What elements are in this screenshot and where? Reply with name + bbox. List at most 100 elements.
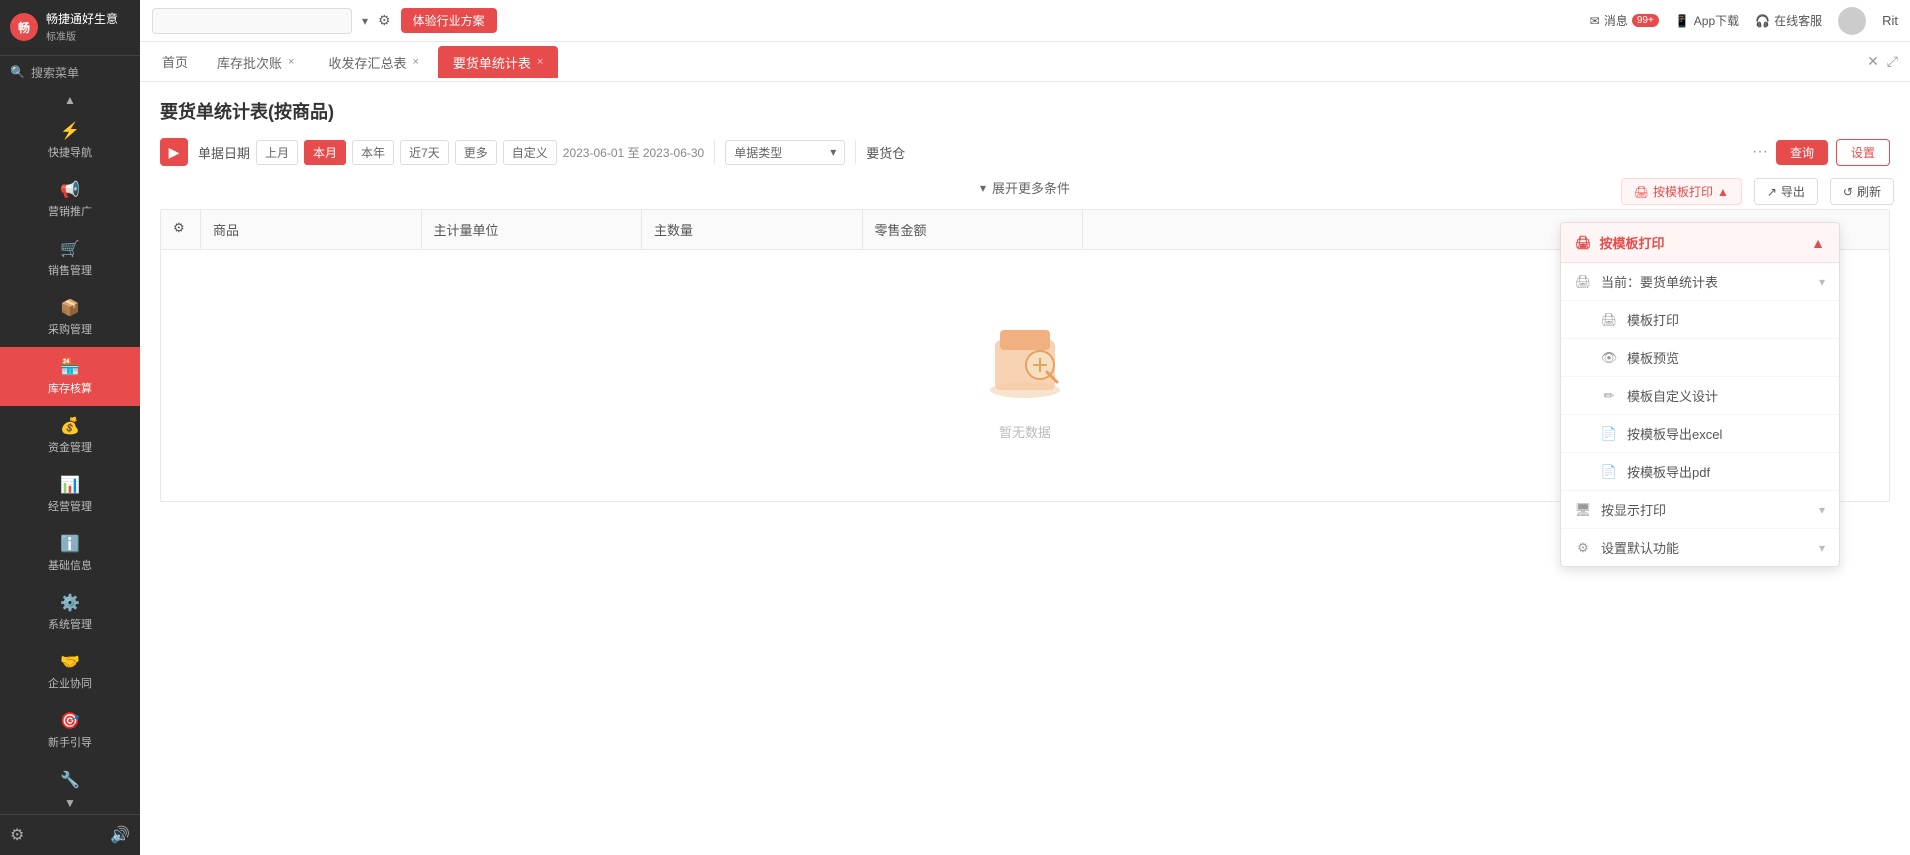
sidebar-scroll-down[interactable]: ▼ bbox=[0, 792, 140, 814]
print-dropdown-item-0[interactable]: 🖨 模板打印 bbox=[1561, 301, 1839, 339]
logo-text: 畅捷通好生意 标准版 bbox=[46, 12, 118, 43]
tab-inventory-batch[interactable]: 库存批次账 × bbox=[202, 46, 309, 78]
print-dropdown-title: 🖨 按模板打印 bbox=[1575, 233, 1665, 252]
toolbar-expand-btn[interactable]: ▶ bbox=[160, 138, 188, 166]
chevron-down-icon: ▾ bbox=[830, 145, 836, 159]
print-icon: 🖨 bbox=[1634, 185, 1649, 199]
sales-icon: 🛒 bbox=[60, 239, 80, 259]
current-arrow-icon: ▾ bbox=[1819, 275, 1825, 289]
window-expand-btn[interactable]: ⤢ bbox=[1887, 53, 1898, 70]
tab-close-2[interactable]: × bbox=[537, 56, 543, 68]
online-service-button[interactable]: 🎧 在线客服 bbox=[1755, 12, 1822, 29]
sidebar-item-system[interactable]: ⚙️ 系统管理 bbox=[0, 583, 140, 642]
export-icon: ↗ bbox=[1767, 185, 1777, 199]
user-avatar[interactable] bbox=[1838, 7, 1866, 35]
operation-icon: 📊 bbox=[60, 475, 80, 495]
sidebar-item-finance[interactable]: 💰 资金管理 bbox=[0, 406, 140, 465]
sidebar: 畅 畅捷通好生意 标准版 🔍 搜索菜单 ▲ ⚡ 快捷导航 📢 营销推广 🛒 销售… bbox=[0, 0, 140, 855]
message-badge: 99+ bbox=[1632, 14, 1659, 27]
sidebar-item-inventory[interactable]: 🏪 库存核算 bbox=[0, 347, 140, 406]
order-type-select[interactable]: 单据类型 ▾ bbox=[725, 140, 845, 165]
chevron-up-icon: ▲ bbox=[1717, 185, 1729, 199]
topbar-gear-icon[interactable]: ⚙ bbox=[378, 12, 391, 29]
sidebar-item-collab[interactable]: 🤝 企业协同 bbox=[0, 642, 140, 701]
print-dropdown-title-icon: 🖨 bbox=[1575, 235, 1592, 251]
tab-receipt-summary[interactable]: 收发存汇总表 × bbox=[313, 46, 433, 78]
page-title: 要货单统计表(按商品) bbox=[160, 98, 1890, 124]
print-dropdown-current[interactable]: 🖨 当前：要货单统计表 ▾ bbox=[1561, 263, 1839, 301]
empty-text: 暂无数据 bbox=[999, 422, 1051, 441]
settings-icon[interactable]: ⚙ bbox=[10, 825, 24, 845]
tab-close-1[interactable]: × bbox=[412, 56, 418, 68]
print-dropdown-item-3[interactable]: 📄 按模板导出excel bbox=[1561, 415, 1839, 453]
more-options-btn[interactable]: ··· bbox=[1752, 143, 1768, 161]
app-download-icon: 📱 bbox=[1675, 14, 1690, 28]
sidebar-item-sales[interactable]: 🛒 销售管理 bbox=[0, 229, 140, 288]
date-btn-7days[interactable]: 近7天 bbox=[400, 140, 449, 165]
message-button[interactable]: ✉ 消息 99+ bbox=[1590, 12, 1659, 29]
shortcut-icon: ⚡ bbox=[60, 121, 80, 141]
topbar: ▾ ⚙ 体验行业方案 ✉ 消息 99+ 📱 App下载 🎧 在线客服 Rit bbox=[140, 0, 1910, 42]
print-dropdown-close[interactable]: ▲ bbox=[1811, 235, 1825, 251]
th-retail-amount: 零售金额 bbox=[863, 210, 1084, 249]
date-btn-more[interactable]: 更多 bbox=[455, 140, 497, 165]
sidebar-scroll-up[interactable]: ▲ bbox=[0, 89, 140, 111]
date-label: 单据日期 bbox=[198, 143, 250, 162]
marketing-icon: 📢 bbox=[60, 180, 80, 200]
setting-button[interactable]: 设置 bbox=[1836, 139, 1890, 166]
empty-icon bbox=[975, 310, 1075, 410]
tab-order-stats[interactable]: 要货单统计表 × bbox=[438, 46, 558, 78]
sidebar-item-basic[interactable]: ℹ️ 基础信息 bbox=[0, 524, 140, 583]
default-setting-arrow: ▾ bbox=[1819, 541, 1825, 555]
toolbar-actions-right: ··· 查询 设置 bbox=[1752, 139, 1890, 166]
sidebar-item-guide[interactable]: 🎯 新手引导 bbox=[0, 701, 140, 760]
template-design-icon: ✏ bbox=[1601, 388, 1617, 404]
export-button[interactable]: ↗ 导出 bbox=[1754, 178, 1818, 205]
refresh-button[interactable]: ↺ 刷新 bbox=[1830, 178, 1894, 205]
status-label: 要货仓 bbox=[866, 143, 905, 162]
search-icon: 🔍 bbox=[10, 65, 25, 79]
filter-divider-2 bbox=[855, 140, 856, 164]
tab-home[interactable]: 首页 bbox=[152, 46, 198, 77]
purchase-icon: 📦 bbox=[60, 298, 80, 318]
print-dropdown-default-setting[interactable]: ⚙ 设置默认功能 ▾ bbox=[1561, 529, 1839, 566]
date-filter-group: 单据日期 上月 本月 本年 近7天 更多 自定义 2023-06-01 至 20… bbox=[198, 140, 704, 165]
sidebar-item-shortcut[interactable]: ⚡ 快捷导航 bbox=[0, 111, 140, 170]
volume-icon[interactable]: 🔊 bbox=[110, 825, 130, 845]
date-btn-this-year[interactable]: 本年 bbox=[352, 140, 394, 165]
sidebar-item-purchase[interactable]: 📦 采购管理 bbox=[0, 288, 140, 347]
date-btn-this-month[interactable]: 本月 bbox=[304, 140, 346, 165]
print-dropdown-item-1[interactable]: 👁 模板预览 bbox=[1561, 339, 1839, 377]
sidebar-item-operation[interactable]: 📊 经营管理 bbox=[0, 465, 140, 524]
content-area: 要货单统计表(按商品) ▶ 单据日期 上月 本月 本年 近7天 更多 自定义 2… bbox=[140, 82, 1910, 855]
expand-more-icon: ▾ bbox=[980, 181, 986, 195]
tab-close-0[interactable]: × bbox=[288, 56, 294, 68]
sidebar-item-marketing[interactable]: 📢 营销推广 bbox=[0, 170, 140, 229]
date-btn-prev-month[interactable]: 上月 bbox=[256, 140, 298, 165]
print-template-button[interactable]: 🖨 按模板打印 ▲ bbox=[1621, 178, 1742, 205]
page-actions: 🖨 按模板打印 ▲ ↗ 导出 ↺ 刷新 bbox=[1621, 178, 1894, 205]
current-print-icon: 🖨 bbox=[1575, 274, 1591, 290]
th-product: 商品 bbox=[201, 210, 422, 249]
inventory-icon: 🏪 bbox=[60, 357, 80, 377]
sidebar-search[interactable]: 🔍 搜索菜单 bbox=[0, 56, 140, 89]
collab-icon: 🤝 bbox=[60, 652, 80, 672]
window-close-btn[interactable]: ✕ bbox=[1867, 53, 1879, 70]
th-unit: 主计量单位 bbox=[422, 210, 643, 249]
topbar-search-input[interactable] bbox=[152, 8, 352, 34]
print-dropdown-header: 🖨 按模板打印 ▲ bbox=[1561, 223, 1839, 263]
print-dropdown-display-print[interactable]: 🖥 按显示打印 ▾ bbox=[1561, 491, 1839, 529]
headphone-icon: 🎧 bbox=[1755, 14, 1770, 28]
date-btn-custom[interactable]: 自定义 bbox=[503, 140, 557, 165]
th-quantity: 主数量 bbox=[642, 210, 863, 249]
print-dropdown-item-4[interactable]: 📄 按模板导出pdf bbox=[1561, 453, 1839, 491]
topbar-dropdown-arrow[interactable]: ▾ bbox=[362, 14, 368, 28]
sidebar-nav: ⚡ 快捷导航 📢 营销推广 🛒 销售管理 📦 采购管理 🏪 库存核算 💰 资金管… bbox=[0, 111, 140, 792]
print-dropdown-item-2[interactable]: ✏ 模板自定义设计 bbox=[1561, 377, 1839, 415]
sidebar-item-appstore[interactable]: 🔧 应用中心 bbox=[0, 760, 140, 792]
app-download-button[interactable]: 📱 App下载 bbox=[1675, 12, 1739, 29]
query-button[interactable]: 查询 bbox=[1776, 140, 1828, 165]
refresh-icon: ↺ bbox=[1843, 185, 1853, 199]
trial-button[interactable]: 体验行业方案 bbox=[401, 8, 497, 33]
template-preview-icon: 👁 bbox=[1601, 350, 1617, 366]
